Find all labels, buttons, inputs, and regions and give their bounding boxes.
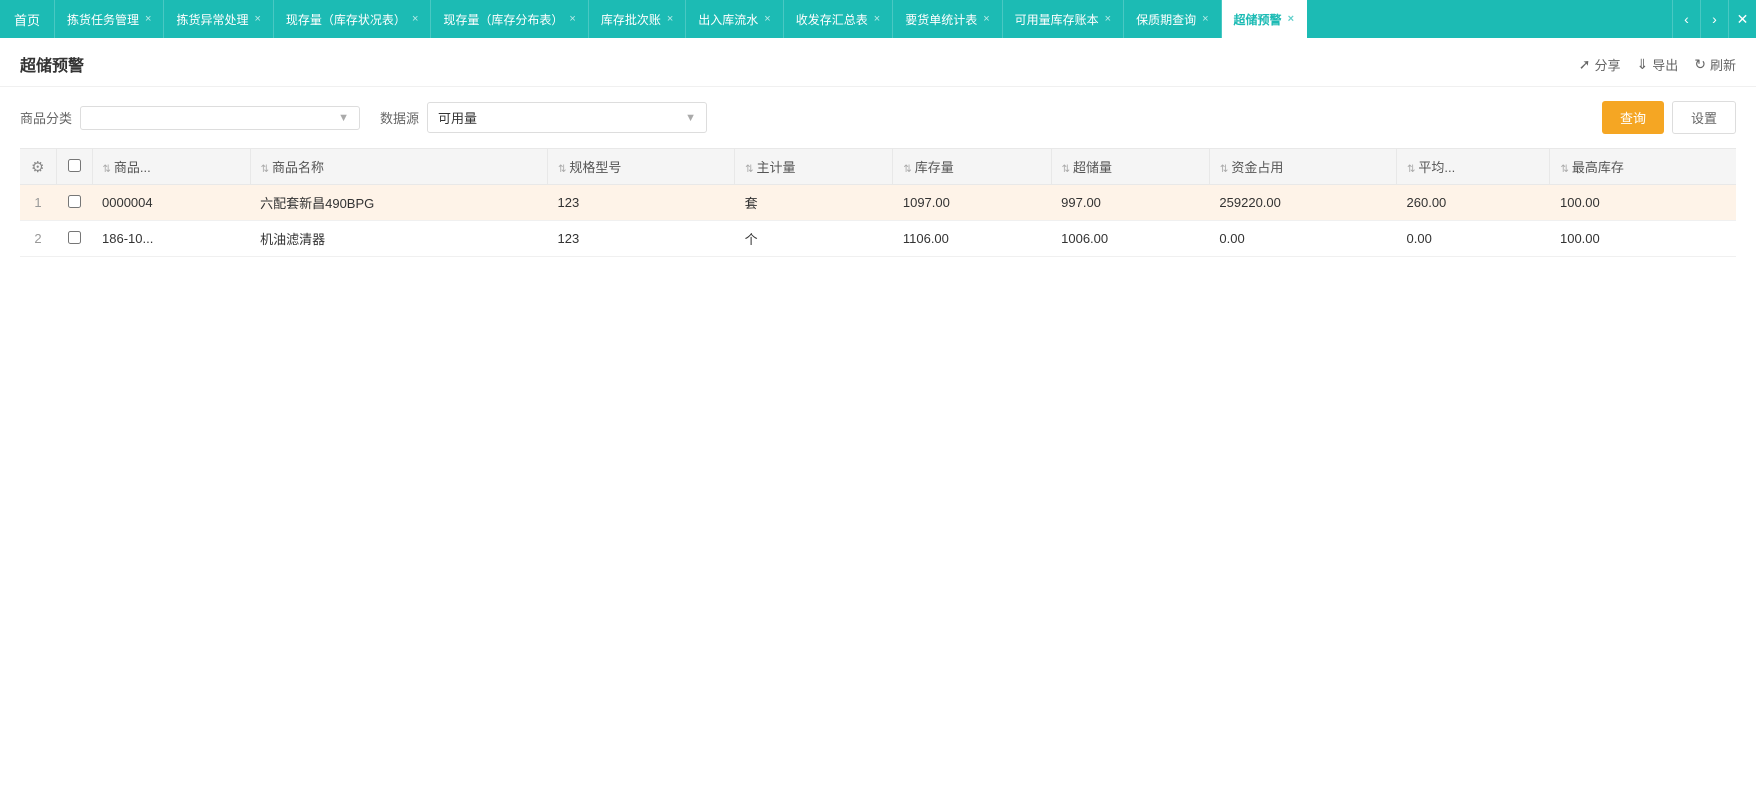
col-checkbox-header[interactable] bbox=[56, 149, 92, 185]
nav-tab-close-tab11[interactable]: × bbox=[1288, 13, 1294, 25]
nav-tab-tab1[interactable]: 拣货任务管理× bbox=[55, 0, 164, 38]
share-button[interactable]: ➚ 分享 bbox=[1579, 55, 1621, 74]
nav-tab-close-tab10[interactable]: × bbox=[1202, 13, 1208, 25]
category-dropdown-icon: ▼ bbox=[338, 112, 349, 124]
row-name: 六配套新昌490BPG bbox=[250, 185, 547, 221]
refresh-label: 刷新 bbox=[1710, 55, 1736, 74]
row-checkbox[interactable] bbox=[68, 231, 81, 244]
row-avg: 260.00 bbox=[1397, 185, 1550, 221]
nav-tab-close-tab3[interactable]: × bbox=[412, 13, 418, 25]
nav-tab-tab7[interactable]: 收发存汇总表× bbox=[784, 0, 893, 38]
col-max-header[interactable]: ⇅最高库存 bbox=[1550, 149, 1736, 185]
nav-tab-tab6[interactable]: 出入库流水× bbox=[686, 0, 783, 38]
share-icon: ➚ bbox=[1579, 56, 1591, 73]
nav-tab-close-tab8[interactable]: × bbox=[983, 13, 989, 25]
nav-tab-close-tab5[interactable]: × bbox=[667, 13, 673, 25]
table-row[interactable]: 2 186-10... 机油滤清器 123 个 1106.00 1006.00 … bbox=[20, 221, 1736, 257]
row-spec: 123 bbox=[547, 185, 734, 221]
page-content: 超储预警 ➚ 分享 ⇓ 导出 ↻ 刷新 商品分类 ▼ 数据源 bbox=[0, 38, 1756, 800]
nav-close-arrow[interactable]: ✕ bbox=[1728, 0, 1756, 38]
nav-tab-close-tab4[interactable]: × bbox=[569, 13, 575, 25]
category-select[interactable]: ▼ bbox=[80, 106, 360, 130]
row-index: 1 bbox=[20, 185, 56, 221]
col-avg-header[interactable]: ⇅平均... bbox=[1397, 149, 1550, 185]
nav-tab-close-tab6[interactable]: × bbox=[764, 13, 770, 25]
nav-tab-tab11[interactable]: 超储预警× bbox=[1222, 0, 1307, 38]
data-table: ⚙ ⇅商品... ⇅商品名称 ⇅规格型号 ⇅主计量 ⇅库存量 ⇅超储量 ⇅资金占… bbox=[20, 148, 1736, 257]
query-button[interactable]: 查询 bbox=[1602, 101, 1664, 134]
datasource-select-text: 可用量 bbox=[438, 108, 677, 127]
col-over-header[interactable]: ⇅超储量 bbox=[1051, 149, 1209, 185]
datasource-dropdown-icon: ▼ bbox=[685, 112, 696, 124]
refresh-button[interactable]: ↻ 刷新 bbox=[1694, 55, 1736, 74]
nav-tab-close-tab2[interactable]: × bbox=[254, 13, 260, 25]
row-index: 2 bbox=[20, 221, 56, 257]
top-nav: 首页 拣货任务管理×拣货异常处理×现存量（库存状况表）×现存量（库存分布表）×库… bbox=[0, 0, 1756, 38]
settings-button[interactable]: 设置 bbox=[1672, 101, 1736, 134]
row-avg: 0.00 bbox=[1397, 221, 1550, 257]
nav-next-arrow[interactable]: › bbox=[1700, 0, 1728, 38]
share-label: 分享 bbox=[1594, 55, 1620, 74]
nav-tab-tab2[interactable]: 拣货异常处理× bbox=[164, 0, 273, 38]
nav-tab-tab9[interactable]: 可用量库存账本× bbox=[1003, 0, 1124, 38]
row-checkbox-cell[interactable] bbox=[56, 221, 92, 257]
col-spec-header[interactable]: ⇅规格型号 bbox=[547, 149, 734, 185]
nav-tab-tab8[interactable]: 要货单统计表× bbox=[893, 0, 1002, 38]
nav-arrows: ‹ › ✕ bbox=[1672, 0, 1756, 38]
row-name: 机油滤清器 bbox=[250, 221, 547, 257]
nav-tab-close-tab1[interactable]: × bbox=[145, 13, 151, 25]
row-spec: 123 bbox=[547, 221, 734, 257]
datasource-select[interactable]: 可用量 ▼ bbox=[427, 102, 707, 133]
row-checkbox[interactable] bbox=[68, 195, 81, 208]
row-max: 100.00 bbox=[1550, 221, 1736, 257]
header-actions: ➚ 分享 ⇓ 导出 ↻ 刷新 bbox=[1579, 55, 1736, 74]
nav-tab-tab10[interactable]: 保质期查询× bbox=[1124, 0, 1221, 38]
page-header: 超储预警 ➚ 分享 ⇓ 导出 ↻ 刷新 bbox=[0, 38, 1756, 87]
nav-tab-close-tab9[interactable]: × bbox=[1105, 13, 1111, 25]
nav-tab-tab3[interactable]: 现存量（库存状况表）× bbox=[274, 0, 431, 38]
row-unit: 个 bbox=[735, 221, 893, 257]
row-capital: 259220.00 bbox=[1209, 185, 1396, 221]
col-code-header[interactable]: ⇅商品... bbox=[92, 149, 250, 185]
refresh-icon: ↻ bbox=[1694, 56, 1706, 73]
row-checkbox-cell[interactable] bbox=[56, 185, 92, 221]
row-max: 100.00 bbox=[1550, 185, 1736, 221]
export-button[interactable]: ⇓ 导出 bbox=[1637, 55, 1679, 74]
export-icon: ⇓ bbox=[1637, 56, 1649, 73]
nav-home[interactable]: 首页 bbox=[0, 0, 55, 38]
category-filter: 商品分类 ▼ bbox=[20, 106, 360, 130]
table-row[interactable]: 1 0000004 六配套新昌490BPG 123 套 1097.00 997.… bbox=[20, 185, 1736, 221]
nav-tab-tab5[interactable]: 库存批次账× bbox=[589, 0, 686, 38]
row-over: 997.00 bbox=[1051, 185, 1209, 221]
nav-tab-tab4[interactable]: 现存量（库存分布表）× bbox=[431, 0, 588, 38]
col-gear[interactable]: ⚙ bbox=[20, 149, 56, 185]
row-unit: 套 bbox=[735, 185, 893, 221]
row-code: 186-10... bbox=[92, 221, 250, 257]
col-unit-header[interactable]: ⇅主计量 bbox=[735, 149, 893, 185]
export-label: 导出 bbox=[1652, 55, 1678, 74]
filter-bar: 商品分类 ▼ 数据源 可用量 ▼ 查询 设置 bbox=[0, 87, 1756, 148]
col-name-header[interactable]: ⇅商品名称 bbox=[250, 149, 547, 185]
table-header-row: ⚙ ⇅商品... ⇅商品名称 ⇅规格型号 ⇅主计量 ⇅库存量 ⇅超储量 ⇅资金占… bbox=[20, 149, 1736, 185]
page-title: 超储预警 bbox=[20, 52, 84, 76]
nav-tab-close-tab7[interactable]: × bbox=[874, 13, 880, 25]
col-capital-header[interactable]: ⇅资金占用 bbox=[1209, 149, 1396, 185]
row-stock: 1106.00 bbox=[893, 221, 1051, 257]
nav-prev-arrow[interactable]: ‹ bbox=[1672, 0, 1700, 38]
row-capital: 0.00 bbox=[1209, 221, 1396, 257]
row-stock: 1097.00 bbox=[893, 185, 1051, 221]
filter-buttons: 查询 设置 bbox=[1602, 101, 1736, 134]
category-label: 商品分类 bbox=[20, 108, 72, 127]
col-stock-header[interactable]: ⇅库存量 bbox=[893, 149, 1051, 185]
gear-icon[interactable]: ⚙ bbox=[31, 159, 44, 176]
row-over: 1006.00 bbox=[1051, 221, 1209, 257]
select-all-checkbox[interactable] bbox=[68, 159, 81, 172]
table-container: ⚙ ⇅商品... ⇅商品名称 ⇅规格型号 ⇅主计量 ⇅库存量 ⇅超储量 ⇅资金占… bbox=[0, 148, 1756, 257]
datasource-filter: 数据源 可用量 ▼ bbox=[380, 102, 707, 133]
row-code: 0000004 bbox=[92, 185, 250, 221]
datasource-label: 数据源 bbox=[380, 108, 419, 127]
